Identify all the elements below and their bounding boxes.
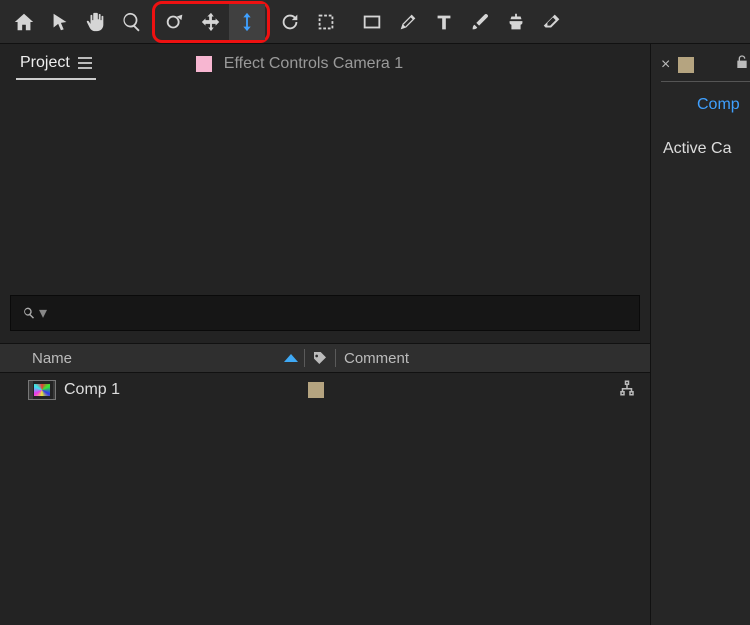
item-name: Comp 1 bbox=[56, 381, 304, 399]
flowchart-icon[interactable] bbox=[618, 379, 636, 402]
hand-icon[interactable] bbox=[78, 4, 114, 40]
main-toolbar bbox=[0, 0, 750, 44]
project-panel: Project Effect Controls Camera 1 ▾ Name bbox=[0, 44, 650, 625]
tab-effect-controls[interactable]: Effect Controls Camera 1 bbox=[224, 55, 403, 73]
composition-panel: × Comp Active Ca bbox=[650, 44, 750, 625]
tab-composition[interactable]: Comp bbox=[661, 92, 750, 122]
tab-project-label: Project bbox=[20, 54, 70, 72]
rectangle-icon[interactable] bbox=[354, 4, 390, 40]
column-label[interactable] bbox=[305, 350, 335, 366]
sort-ascending-icon bbox=[284, 354, 298, 362]
type-icon[interactable] bbox=[426, 4, 462, 40]
pen-icon[interactable] bbox=[390, 4, 426, 40]
column-comment[interactable]: Comment bbox=[336, 350, 650, 367]
brush-icon[interactable] bbox=[462, 4, 498, 40]
lock-icon[interactable] bbox=[734, 54, 750, 75]
close-icon[interactable]: × bbox=[661, 56, 670, 74]
project-table: Name Comment Comp 1 bbox=[0, 343, 650, 407]
search-icon bbox=[21, 305, 37, 321]
column-name[interactable]: Name bbox=[24, 350, 304, 367]
active-camera-label: Active Ca bbox=[661, 122, 750, 158]
orbit-camera-icon[interactable] bbox=[157, 4, 193, 40]
zoom-icon[interactable] bbox=[114, 4, 150, 40]
search-input[interactable] bbox=[53, 306, 629, 321]
selection-icon[interactable] bbox=[42, 4, 78, 40]
home-icon[interactable] bbox=[6, 4, 42, 40]
panel-swatch bbox=[678, 57, 694, 73]
composition-icon bbox=[28, 380, 56, 400]
item-label-swatch[interactable] bbox=[308, 382, 324, 398]
table-row[interactable]: Comp 1 bbox=[0, 373, 650, 407]
clone-stamp-icon[interactable] bbox=[498, 4, 534, 40]
pan-camera-icon[interactable] bbox=[193, 4, 229, 40]
rotation-icon[interactable] bbox=[272, 4, 308, 40]
panel-tabs: Project Effect Controls Camera 1 bbox=[0, 44, 650, 84]
table-header: Name Comment bbox=[0, 343, 650, 373]
project-search[interactable]: ▾ bbox=[10, 295, 640, 331]
panel-menu-icon[interactable] bbox=[78, 57, 92, 69]
comp-swatch bbox=[196, 56, 212, 72]
anchor-icon[interactable] bbox=[308, 4, 344, 40]
search-dropdown-icon[interactable]: ▾ bbox=[39, 303, 47, 323]
eraser-icon[interactable] bbox=[534, 4, 570, 40]
dolly-camera-icon[interactable] bbox=[229, 4, 265, 40]
tab-project[interactable]: Project bbox=[16, 48, 96, 80]
camera-tools-highlight bbox=[152, 1, 270, 43]
